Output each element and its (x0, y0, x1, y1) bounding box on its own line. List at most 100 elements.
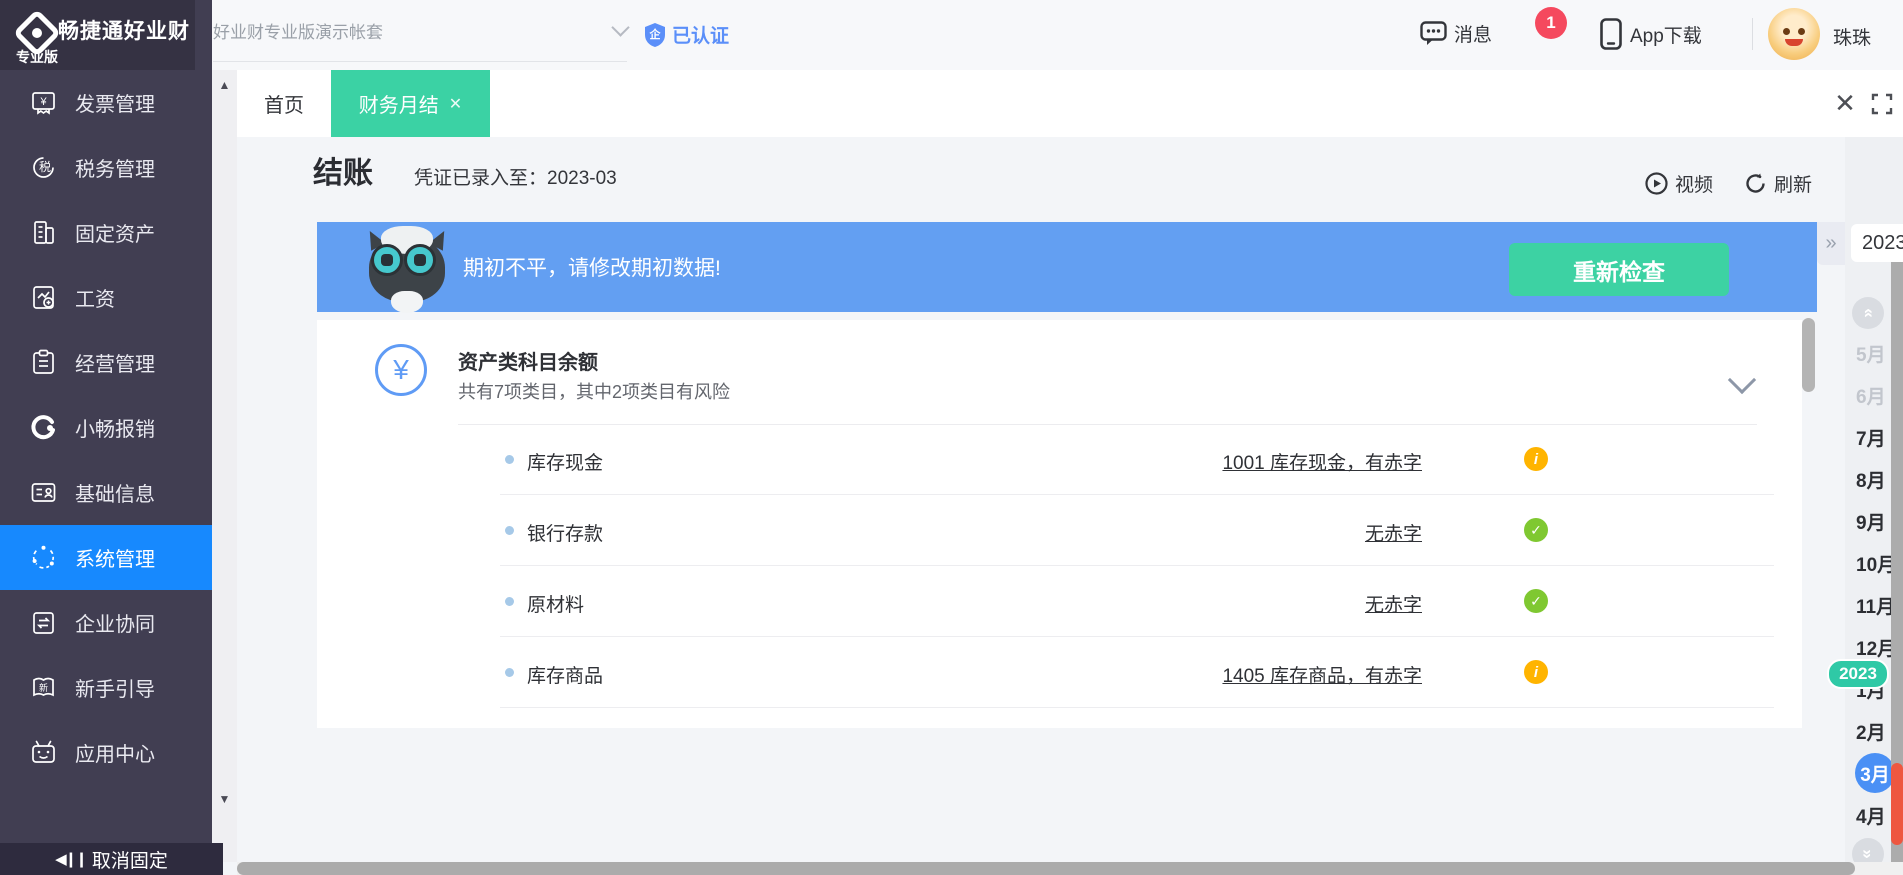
warning-icon[interactable] (1524, 660, 1548, 684)
window-scrollbar-red-thumb[interactable] (1891, 763, 1903, 845)
sidebar-item-label: 工资 (75, 289, 115, 311)
table-row: 银行存款 无赤字 (500, 495, 1774, 566)
sidebar-item-invoice[interactable]: ¥ 发票管理 (0, 70, 212, 135)
svg-text:¥: ¥ (39, 96, 47, 108)
app-download-button[interactable]: App下载 (1600, 18, 1702, 50)
account-detail-link[interactable]: 1405 库存商品，有赤字 (1222, 661, 1422, 688)
collapse-chevron-icon[interactable] (1727, 365, 1757, 395)
brand-title: 畅捷通好业财 (58, 20, 190, 43)
salary-chart-icon (30, 284, 57, 311)
account-label: 银行存款 (527, 524, 604, 545)
username-label[interactable]: 珠珠 (1833, 23, 1871, 50)
bullet-icon (505, 526, 514, 535)
year-badge: 2023 (1827, 659, 1889, 689)
success-icon (1524, 589, 1548, 613)
edition-badge: 专业版 (16, 49, 58, 65)
page-title: 结账 (313, 157, 373, 190)
logo-block: 畅捷通好业财 专业版 (0, 0, 195, 70)
refresh-label: 刷新 (1774, 175, 1813, 196)
account-detail-link[interactable]: 无赤字 (1365, 519, 1422, 546)
tax-icon: 税 (30, 154, 57, 181)
months-scroll-up-icon[interactable]: » (1852, 297, 1884, 329)
video-label: 视频 (1675, 175, 1714, 196)
sidebar-item-app-center[interactable]: 应用中心 (0, 720, 212, 785)
expand-panel-handle[interactable]: » (1817, 222, 1845, 265)
messages-label: 消息 (1454, 25, 1493, 46)
sidebar-item-basic-info[interactable]: 基础信息 (0, 460, 212, 525)
avatar[interactable] (1768, 8, 1820, 60)
bullet-icon (505, 668, 514, 677)
sidebar-item-label: 基础信息 (75, 484, 155, 506)
account-selector-label: 好业财专业版演示帐套 (213, 23, 383, 42)
tab-month-close[interactable]: 财务月结 ✕ (331, 70, 490, 137)
sidebar-item-label: 系统管理 (75, 549, 155, 571)
sidebar-item-label: 应用中心 (75, 744, 155, 766)
newbie-guide-icon: 新 (30, 674, 57, 701)
content-scrollbar-thumb[interactable] (1802, 318, 1815, 392)
sidebar-item-guide[interactable]: 新 新手引导 (0, 655, 212, 720)
banner-message: 期初不平，请修改期初数据! (463, 257, 721, 280)
verified-label: 已认证 (672, 26, 730, 47)
play-icon (1645, 172, 1668, 195)
account-label: 库存商品 (527, 666, 604, 687)
building-icon (30, 219, 57, 246)
account-detail-link[interactable]: 1001 库存现金，有赤字 (1222, 448, 1422, 475)
success-icon (1524, 518, 1548, 542)
sidebar-item-fixed-assets[interactable]: 固定资产 (0, 200, 212, 265)
sidebar-item-business[interactable]: 经营管理 (0, 330, 212, 395)
unpin-sidebar-button[interactable]: ◀❙❙ 取消固定 (0, 843, 223, 875)
refresh-button[interactable]: 刷新 (1744, 170, 1812, 197)
invoice-icon: ¥ (30, 89, 57, 116)
app-window: 好业财专业版演示帐套 企 已认证 消息 1 App下载 珠珠 畅捷通好业财 专业… (0, 0, 1903, 875)
collaboration-icon (30, 609, 57, 636)
table-row: 库存商品 1405 库存商品，有赤字 (500, 637, 1774, 708)
topbar-divider (1752, 18, 1753, 50)
message-icon (1420, 21, 1447, 45)
asset-balance-card: ¥ 资产类科目余额 共有7项类目，其中2项类目有风险 库存现金 1001 库存现… (317, 320, 1802, 728)
voucher-entry-status: 凭证已录入至：2023-03 (414, 168, 617, 189)
warning-icon[interactable] (1524, 447, 1548, 471)
sidebar-menu: ¥ 发票管理 税税务管理 固定资产 工资 经营管理 小畅报销 基础信息 系统管理 … (0, 70, 212, 785)
card-subtitle: 共有7项类目，其中2项类目有风险 (458, 382, 731, 402)
svg-text:税: 税 (39, 160, 51, 174)
unpin-label: 取消固定 (91, 850, 168, 872)
horizontal-scrollbar-thumb[interactable] (237, 862, 1855, 875)
sidebar-item-label: 企业协同 (75, 614, 155, 636)
table-row: 库存现金 1001 库存现金，有赤字 (500, 424, 1774, 495)
sidebar-item-salary[interactable]: 工资 (0, 265, 212, 330)
scroll-up-arrow-icon[interactable]: ▲ (212, 78, 237, 92)
bullet-icon (505, 455, 514, 464)
scroll-down-arrow-icon[interactable]: ▼ (212, 792, 237, 806)
account-selector[interactable]: 好业财专业版演示帐套 (213, 0, 630, 62)
verified-badge[interactable]: 企 已认证 (643, 21, 729, 48)
collapse-left-icon: ◀❙❙ (55, 851, 88, 868)
id-card-icon (30, 479, 57, 506)
messages-button[interactable]: 消息 (1420, 20, 1492, 47)
svg-text:新: 新 (39, 682, 48, 693)
sidebar-item-label: 新手引导 (75, 679, 155, 701)
recheck-button[interactable]: 重新检查 (1509, 243, 1729, 296)
yen-circle-icon: ¥ (375, 344, 427, 396)
system-icon (30, 544, 57, 571)
year-selector[interactable]: 2023 (1851, 224, 1903, 262)
tab-bar: 首页 财务月结 ✕ ✕ (237, 70, 1903, 137)
sidebar-item-label: 税务管理 (75, 159, 155, 181)
account-detail-link[interactable]: 无赤字 (1365, 590, 1422, 617)
tab-active-label: 财务月结 (358, 95, 439, 117)
sidebar-item-label: 小畅报销 (75, 419, 155, 441)
fullscreen-icon[interactable] (1871, 93, 1893, 120)
sidebar-scrollbar[interactable]: ▲ ▼ (212, 70, 237, 862)
clipboard-icon (30, 349, 57, 376)
tab-close-icon[interactable]: ✕ (449, 94, 462, 114)
account-label: 原材料 (527, 595, 585, 616)
close-all-tabs-icon[interactable]: ✕ (1830, 88, 1860, 118)
sidebar-item-reimburse[interactable]: 小畅报销 (0, 395, 212, 460)
sidebar-item-tax[interactable]: 税 税务管理 (0, 135, 212, 200)
video-button[interactable]: 视频 (1645, 170, 1713, 197)
month-item-label: 3月 (1855, 753, 1895, 793)
sidebar-item-system[interactable]: 系统管理 (0, 525, 212, 590)
tab-home[interactable]: 首页 (237, 70, 331, 137)
app-center-icon (30, 739, 57, 766)
account-label: 库存现金 (527, 453, 604, 474)
sidebar-item-collaboration[interactable]: 企业协同 (0, 590, 212, 655)
